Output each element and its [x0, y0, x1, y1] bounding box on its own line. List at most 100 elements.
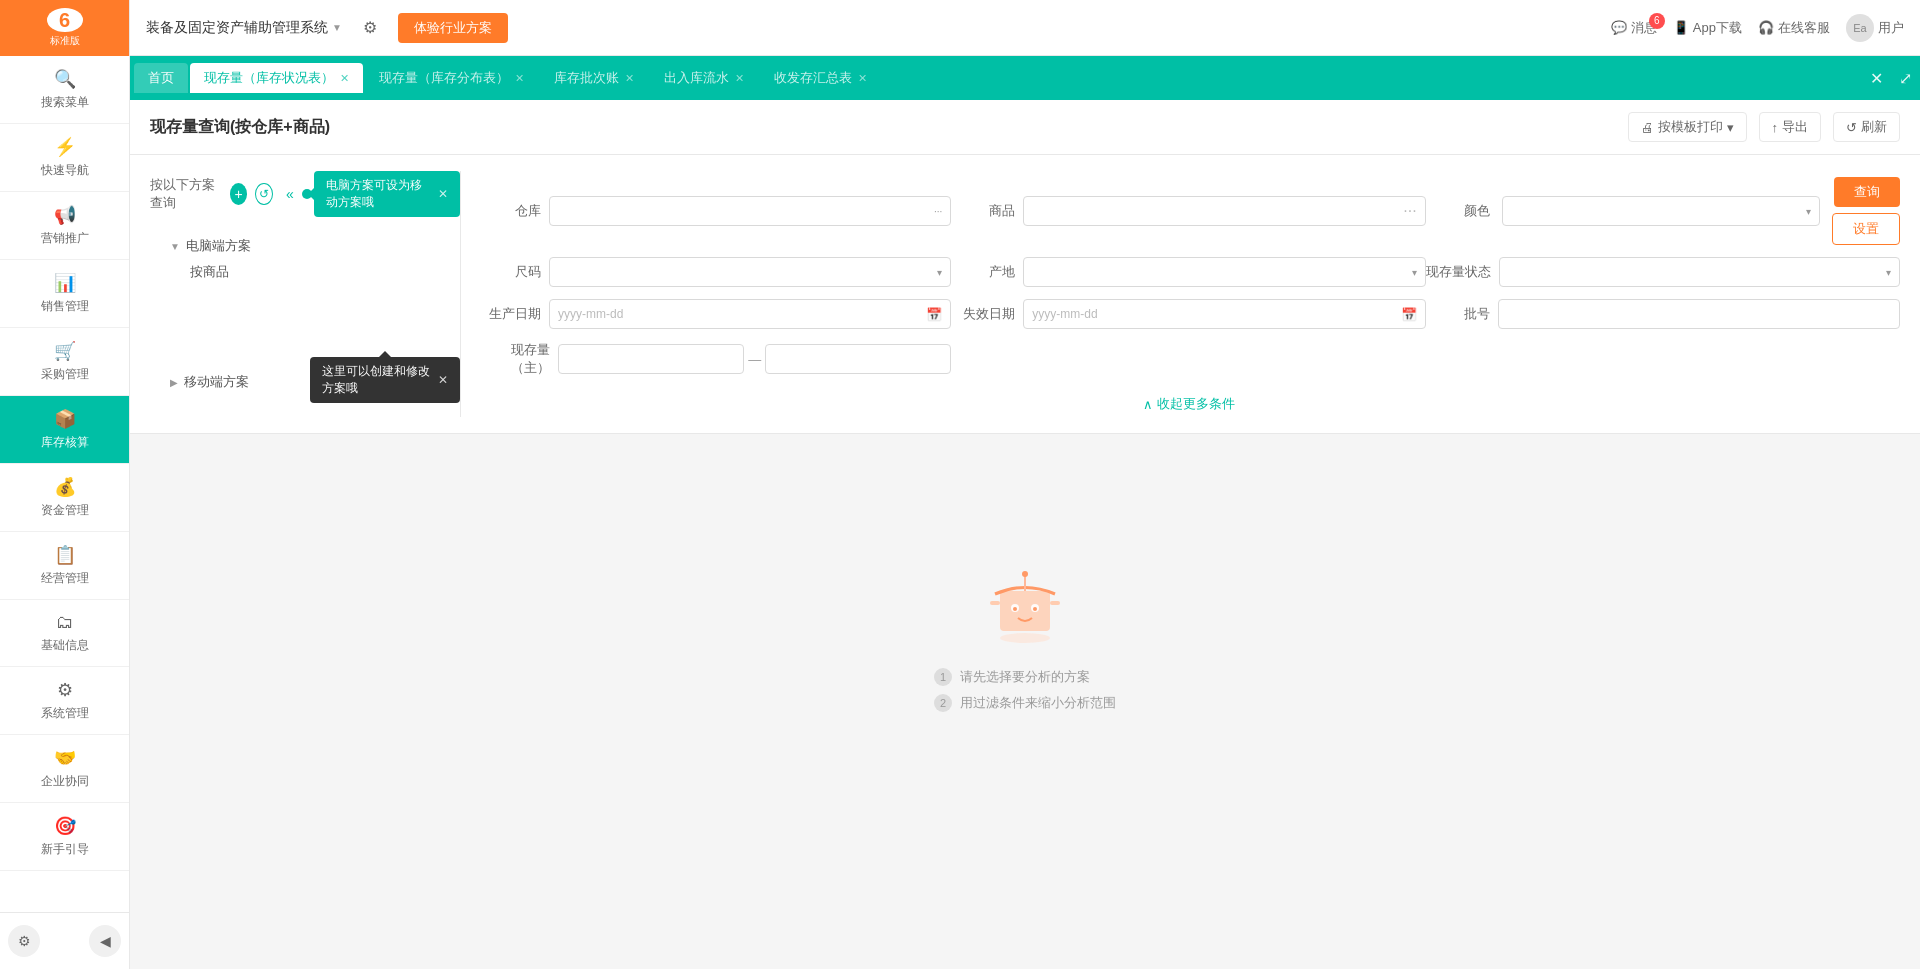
warehouse-field: 仓库 ··· [477, 171, 951, 251]
svg-point-9 [1000, 633, 1050, 643]
sidebar-item-quicknav[interactable]: ⚡ 快速导航 [0, 124, 129, 192]
filter-fields: 仓库 ··· 商品 [460, 171, 1900, 417]
origin-control: ▾ [1023, 257, 1425, 287]
tab-close-icon[interactable]: ✕ [625, 72, 634, 85]
tab-close-icon[interactable]: ✕ [515, 72, 524, 85]
filter-label: 按以下方案查询 [150, 176, 222, 212]
tab-inventory-dist[interactable]: 现存量（库存分布表） ✕ [365, 63, 538, 93]
tab-close-icon[interactable]: ✕ [735, 72, 744, 85]
filter-refresh-btn[interactable]: ↺ [255, 183, 273, 205]
tab-close-all-btn[interactable]: ✕ [1866, 65, 1887, 92]
tab-inventory-status-label: 现存量（库存状况表） [204, 69, 334, 87]
empty-tips: 1 请先选择要分析的方案 2 用过滤条件来缩小分析范围 [934, 668, 1116, 712]
purchase-icon: 🛒 [54, 340, 76, 362]
scheme-tooltip-wrapper: 电脑方案可设为移动方案哦 ✕ [307, 171, 460, 217]
tab-batch-ledger[interactable]: 库存批次账 ✕ [540, 63, 648, 93]
color-field: 颜色 ▾ 查询 设置 [1426, 171, 1900, 251]
goods-field: 商品 ··· [951, 171, 1425, 251]
sales-icon: 📊 [54, 272, 76, 294]
production-date-field: 生产日期 yyyy-mm-dd 📅 [477, 293, 951, 335]
goods-select[interactable]: ··· [1023, 196, 1425, 226]
sidebar-item-finance[interactable]: 💰 资金管理 [0, 464, 129, 532]
user-btn[interactable]: Ea 用户 [1846, 14, 1904, 42]
query-btns: 查询 设置 [1832, 177, 1900, 245]
message-btn[interactable]: 💬 消息 6 [1611, 19, 1657, 37]
scheme-tooltip-close-btn[interactable]: ✕ [438, 187, 448, 201]
sidebar-item-marketing[interactable]: 📢 营销推广 [0, 192, 129, 260]
sidebar-item-search[interactable]: 🔍 搜索菜单 [0, 56, 129, 124]
filter-add-btn[interactable]: + [230, 183, 247, 205]
edit-tooltip: 这里可以创建和修改方案哦 ✕ [310, 357, 460, 403]
tab-close-icon[interactable]: ✕ [858, 72, 867, 85]
origin-select[interactable]: ▾ [1023, 257, 1425, 287]
export-btn[interactable]: ↑ 导出 [1759, 112, 1822, 142]
batch-input[interactable] [1498, 299, 1900, 329]
top-header: 装备及固定资产辅助管理系统 ▼ ⚙ 体验行业方案 💬 消息 6 📱 App下载 … [130, 0, 1920, 56]
chevron-up-icon: ∧ [1143, 397, 1153, 412]
scheme-list-desktop: ▼ 电脑端方案 按商品 [150, 229, 460, 285]
tab-inout-flow[interactable]: 出入库流水 ✕ [650, 63, 758, 93]
system-selector[interactable]: 装备及固定资产辅助管理系统 ▼ [146, 19, 342, 37]
sidebar-item-inventory[interactable]: 📦 库存核算 [0, 396, 129, 464]
edit-tooltip-close-btn[interactable]: ✕ [438, 373, 448, 387]
svg-rect-0 [1000, 591, 1050, 631]
sidebar-item-label: 经营管理 [41, 570, 89, 587]
calendar-icon: 📅 [926, 307, 942, 322]
warehouse-select[interactable]: ··· [549, 196, 951, 226]
scheme-desktop-toggle[interactable]: ▼ 电脑端方案 [170, 233, 460, 259]
template-print-btn[interactable]: 🖨 按模板打印 ▾ [1628, 112, 1747, 142]
sidebar-item-label: 采购管理 [41, 366, 89, 383]
tab-close-icon[interactable]: ✕ [340, 72, 349, 85]
tab-home[interactable]: 首页 [134, 63, 188, 93]
page-header: 现存量查询(按仓库+商品) 🖨 按模板打印 ▾ ↑ 导出 ↺ 刷新 [130, 100, 1920, 155]
stock-main-input-to[interactable] [765, 344, 951, 374]
sidebar-item-purchase[interactable]: 🛒 采购管理 [0, 328, 129, 396]
operation-icon: 📋 [54, 544, 76, 566]
collapse-btn[interactable]: ∧ 收起更多条件 [1143, 395, 1235, 413]
dots-icon: ··· [1403, 202, 1416, 220]
sidebar-item-sales[interactable]: 📊 销售管理 [0, 260, 129, 328]
sidebar-footer: ⚙ ◀ [0, 912, 129, 969]
chevron-down-icon: ▾ [937, 267, 942, 278]
query-btn[interactable]: 查询 [1834, 177, 1900, 207]
filter-grid: 仓库 ··· 商品 [477, 171, 1900, 383]
tip-num-1: 1 [934, 668, 952, 686]
reset-btn[interactable]: 设置 [1832, 213, 1900, 245]
production-date-input[interactable]: yyyy-mm-dd 📅 [549, 299, 951, 329]
page-title: 现存量查询(按仓库+商品) [150, 117, 330, 138]
size-label: 尺码 [477, 263, 549, 281]
stock-status-select[interactable]: ▾ [1499, 257, 1900, 287]
sidebar-item-label: 快速导航 [41, 162, 89, 179]
stock-main-input-from[interactable] [558, 344, 744, 374]
size-select[interactable]: ▾ [549, 257, 951, 287]
sidebar-item-label: 新手引导 [41, 841, 89, 858]
production-date-label: 生产日期 [477, 305, 549, 323]
online-support-btn[interactable]: 🎧 在线客服 [1758, 19, 1830, 37]
sidebar-item-system[interactable]: ⚙ 系统管理 [0, 667, 129, 735]
basic-icon: 🗂 [56, 612, 74, 633]
sidebar-item-operation[interactable]: 📋 经营管理 [0, 532, 129, 600]
refresh-btn[interactable]: ↺ 刷新 [1833, 112, 1900, 142]
tab-inventory-status[interactable]: 现存量（库存状况表） ✕ [190, 63, 363, 93]
color-control: ▾ [1502, 196, 1820, 226]
expiry-date-input[interactable]: yyyy-mm-dd 📅 [1023, 299, 1425, 329]
production-date-control: yyyy-mm-dd 📅 [549, 299, 951, 329]
sidebar-item-basic[interactable]: 🗂 基础信息 [0, 600, 129, 667]
color-select[interactable]: ▾ [1502, 196, 1820, 226]
tab-fullscreen-btn[interactable]: ⤢ [1895, 65, 1916, 92]
collapse-sidebar-btn[interactable]: ◀ [89, 925, 121, 957]
industry-btn[interactable]: 体验行业方案 [398, 13, 508, 43]
app-download-label: App下载 [1693, 19, 1742, 37]
app-download-btn[interactable]: 📱 App下载 [1673, 19, 1742, 37]
header-settings-btn[interactable]: ⚙ [354, 12, 386, 44]
system-icon: ⚙ [57, 679, 73, 701]
size-control: ▾ [549, 257, 951, 287]
stock-status-control: ▾ [1499, 257, 1900, 287]
scheme-desktop-child[interactable]: 按商品 [190, 259, 460, 285]
filter-prev-btn[interactable]: « [281, 183, 298, 205]
tab-collect-summary[interactable]: 收发存汇总表 ✕ [760, 63, 881, 93]
search-icon: 🔍 [54, 68, 76, 90]
sidebar-item-enterprise[interactable]: 🤝 企业协同 [0, 735, 129, 803]
sidebar-item-guide[interactable]: 🎯 新手引导 [0, 803, 129, 871]
settings-footer-btn[interactable]: ⚙ [8, 925, 40, 957]
